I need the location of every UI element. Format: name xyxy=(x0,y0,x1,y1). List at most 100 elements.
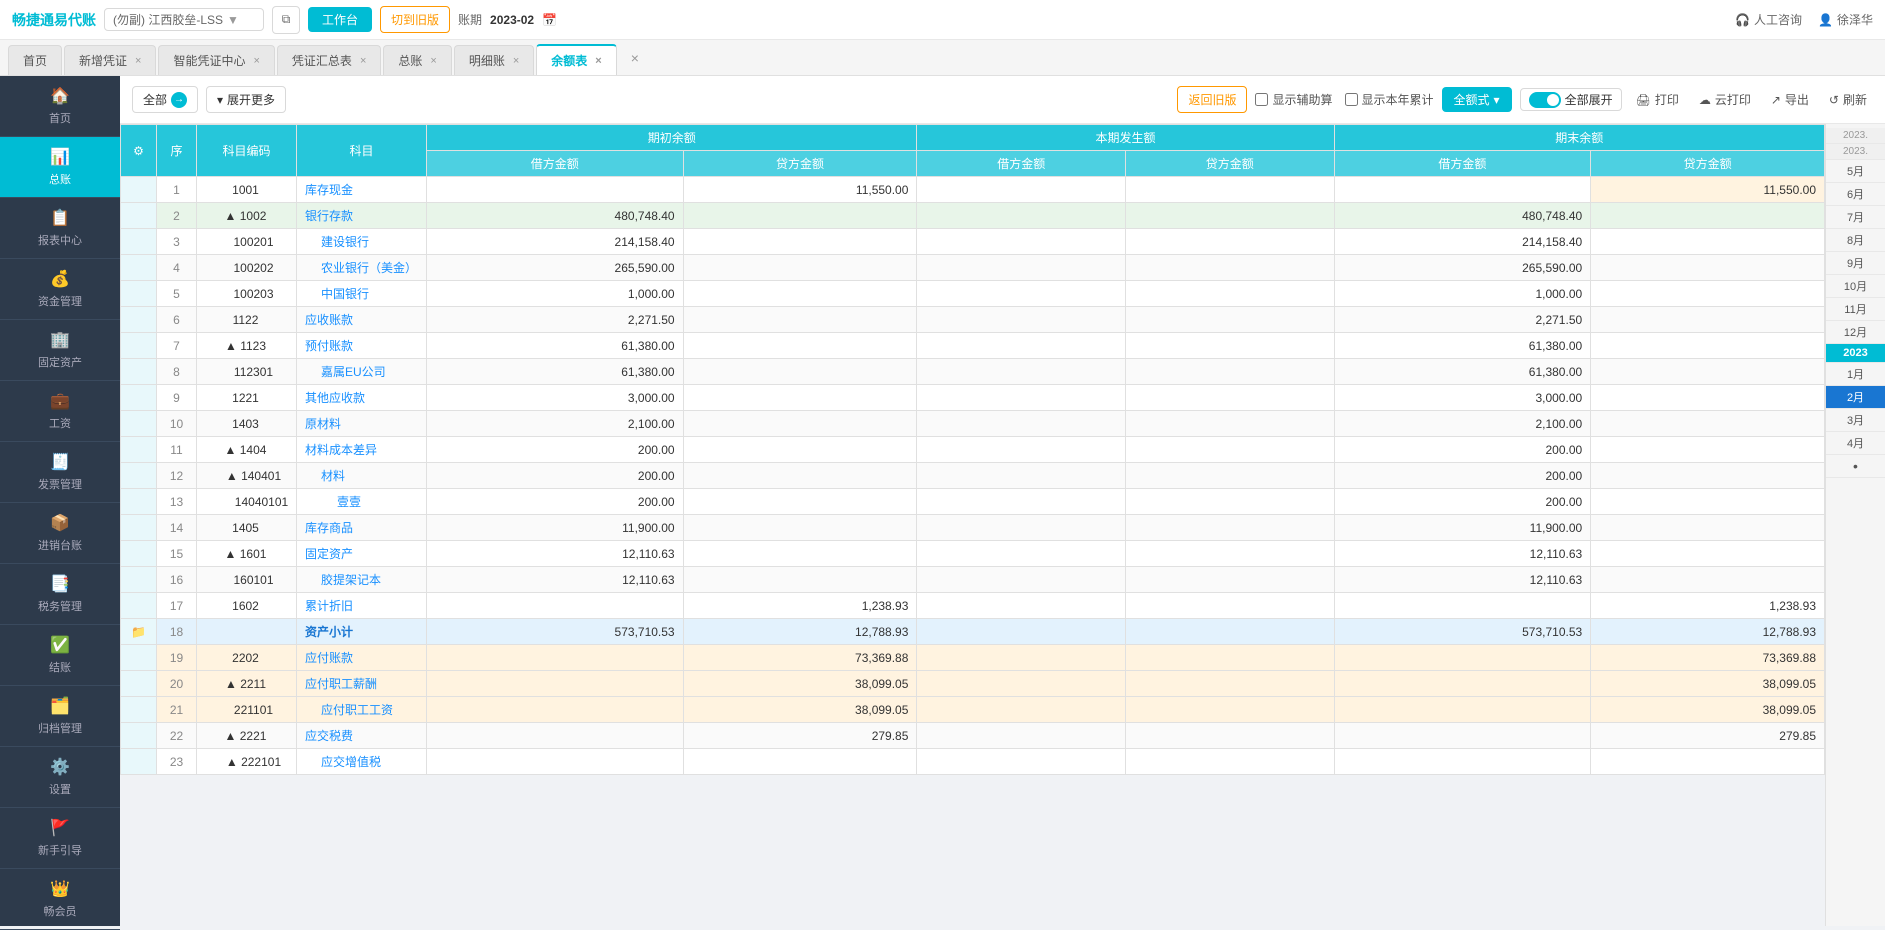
row-gear[interactable] xyxy=(121,749,157,775)
right-panel-feb[interactable]: 2月 xyxy=(1826,386,1885,409)
right-panel-sep[interactable]: 9月 xyxy=(1826,252,1885,275)
row-gear[interactable] xyxy=(121,437,157,463)
company-selector[interactable]: (勿副) 江西胶垒-LSS ▼ xyxy=(104,8,264,31)
row-name[interactable]: 中国银行 xyxy=(297,281,427,307)
row-name[interactable]: 银行存款 xyxy=(297,203,427,229)
tab-smart-voucher-close[interactable]: × xyxy=(253,55,259,67)
right-panel-jun[interactable]: 6月 xyxy=(1826,183,1885,206)
workbench-button[interactable]: 工作台 xyxy=(308,7,372,32)
sidebar-item-archive[interactable]: 🗂️ 归档管理 xyxy=(0,686,120,747)
row-name[interactable]: 库存商品 xyxy=(297,515,427,541)
row-gear[interactable] xyxy=(121,593,157,619)
tab-detail[interactable]: 明细账 × xyxy=(454,45,534,75)
tab-detail-close[interactable]: × xyxy=(513,55,519,67)
row-gear[interactable] xyxy=(121,203,157,229)
sidebar-item-member[interactable]: 👑 畅会员 xyxy=(0,869,120,930)
row-gear[interactable] xyxy=(121,515,157,541)
row-name[interactable]: 预付账款 xyxy=(297,333,427,359)
row-gear[interactable] xyxy=(121,723,157,749)
all-filter-button[interactable]: 全部 → xyxy=(132,86,198,113)
row-gear[interactable] xyxy=(121,489,157,515)
tab-new-voucher[interactable]: 新增凭证 × xyxy=(64,45,156,75)
sidebar-item-assets[interactable]: 🏢 固定资产 xyxy=(0,320,120,381)
row-name[interactable]: 应付职工工资 xyxy=(297,697,427,723)
expand-all-toggle[interactable]: 全部展开 xyxy=(1520,88,1622,111)
row-gear[interactable] xyxy=(121,359,157,385)
tab-balance[interactable]: 余额表 × xyxy=(536,44,616,75)
user-profile[interactable]: 👤 徐泽华 xyxy=(1818,11,1873,28)
row-gear[interactable] xyxy=(121,463,157,489)
row-name[interactable]: 应交税费 xyxy=(297,723,427,749)
gear-header[interactable]: ⚙ xyxy=(121,125,157,177)
row-gear[interactable] xyxy=(121,645,157,671)
tab-balance-close[interactable]: × xyxy=(595,55,601,67)
consultant-button[interactable]: 🎧 人工咨询 xyxy=(1735,11,1802,28)
right-panel-jan[interactable]: 1月 xyxy=(1826,363,1885,386)
right-panel-dec[interactable]: 12月 xyxy=(1826,321,1885,344)
close-all-tabs-button[interactable]: × xyxy=(631,50,639,66)
sidebar-item-payroll[interactable]: 💼 工资 xyxy=(0,381,120,442)
row-name[interactable]: 应收账款 xyxy=(297,307,427,333)
row-gear[interactable] xyxy=(121,281,157,307)
row-name[interactable]: 库存现金 xyxy=(297,177,427,203)
right-panel-oct[interactable]: 10月 xyxy=(1826,275,1885,298)
row-name[interactable]: 累计折旧 xyxy=(297,593,427,619)
tab-home[interactable]: 首页 xyxy=(8,45,62,75)
row-name[interactable]: 其他应收款 xyxy=(297,385,427,411)
switch-version-button[interactable]: 切到旧版 xyxy=(380,6,450,33)
sidebar-item-finance[interactable]: 💰 资金管理 xyxy=(0,259,120,320)
row-name[interactable]: 嘉属EU公司 xyxy=(297,359,427,385)
copy-icon[interactable]: ⧉ xyxy=(272,6,300,34)
calendar-icon[interactable]: 📅 xyxy=(542,13,557,27)
fullmode-button[interactable]: 全额式 ▾ xyxy=(1442,87,1512,112)
row-name[interactable]: 应付职工薪酬 xyxy=(297,671,427,697)
sidebar-item-guide[interactable]: 🚩 新手引导 xyxy=(0,808,120,869)
sidebar-item-invoice[interactable]: 🧾 发票管理 xyxy=(0,442,120,503)
tab-ledger[interactable]: 总账 × xyxy=(383,45,451,75)
cloud-print-button[interactable]: ☁ 云打印 xyxy=(1693,87,1757,112)
sidebar-item-closing[interactable]: ✅ 结账 xyxy=(0,625,120,686)
show-ytd-input[interactable] xyxy=(1345,93,1358,106)
row-gear[interactable] xyxy=(121,411,157,437)
right-panel-nov[interactable]: 11月 xyxy=(1826,298,1885,321)
row-gear[interactable] xyxy=(121,307,157,333)
right-panel-mar[interactable]: 3月 xyxy=(1826,409,1885,432)
row-gear[interactable]: 📁 xyxy=(121,619,157,645)
row-name[interactable]: 资产小计 xyxy=(297,619,427,645)
expand-more-button[interactable]: ▾ 展开更多 xyxy=(206,86,286,113)
show-aux-input[interactable] xyxy=(1255,93,1268,106)
row-gear[interactable] xyxy=(121,229,157,255)
right-panel-may[interactable]: 5月 xyxy=(1826,160,1885,183)
balance-table-wrap[interactable]: ⚙ 序 科目编码 科目 期初余额 本期发生额 期末余额 借方金额 贷方金额 借方… xyxy=(120,124,1825,926)
right-panel-apr[interactable]: 4月 xyxy=(1826,432,1885,455)
sidebar-item-tax[interactable]: 📑 税务管理 xyxy=(0,564,120,625)
sidebar-item-purchase[interactable]: 📦 进销台账 xyxy=(0,503,120,564)
refresh-button[interactable]: ↺ 刷新 xyxy=(1823,87,1873,112)
right-panel-jul[interactable]: 7月 xyxy=(1826,206,1885,229)
row-gear[interactable] xyxy=(121,541,157,567)
row-name[interactable]: 应付账款 xyxy=(297,645,427,671)
row-name[interactable]: 胶提架记本 xyxy=(297,567,427,593)
sidebar-item-settings[interactable]: ⚙️ 设置 xyxy=(0,747,120,808)
tab-new-voucher-close[interactable]: × xyxy=(135,55,141,67)
row-name[interactable]: 农业银行（美金） xyxy=(297,255,427,281)
export-button[interactable]: ↗ 导出 xyxy=(1765,87,1815,112)
row-gear[interactable] xyxy=(121,567,157,593)
show-aux-checkbox[interactable]: 显示辅助算 xyxy=(1255,91,1332,108)
row-name[interactable]: 材料 xyxy=(297,463,427,489)
row-name[interactable]: 原材料 xyxy=(297,411,427,437)
row-name[interactable]: 材料成本差异 xyxy=(297,437,427,463)
toggle-switch[interactable] xyxy=(1529,92,1561,108)
row-name[interactable]: 应交增值税 xyxy=(297,749,427,775)
row-gear[interactable] xyxy=(121,333,157,359)
row-gear[interactable] xyxy=(121,255,157,281)
tab-smart-voucher[interactable]: 智能凭证中心 × xyxy=(158,45,274,75)
row-gear[interactable] xyxy=(121,697,157,723)
tab-voucher-summary[interactable]: 凭证汇总表 × xyxy=(277,45,381,75)
row-name[interactable]: 壹壹 xyxy=(297,489,427,515)
sidebar-item-reports[interactable]: 📋 报表中心 xyxy=(0,198,120,259)
show-ytd-checkbox[interactable]: 显示本年累计 xyxy=(1345,91,1434,108)
row-name[interactable]: 固定资产 xyxy=(297,541,427,567)
tab-ledger-close[interactable]: × xyxy=(430,55,436,67)
sidebar-item-ledger[interactable]: 📊 总账 xyxy=(0,137,120,198)
